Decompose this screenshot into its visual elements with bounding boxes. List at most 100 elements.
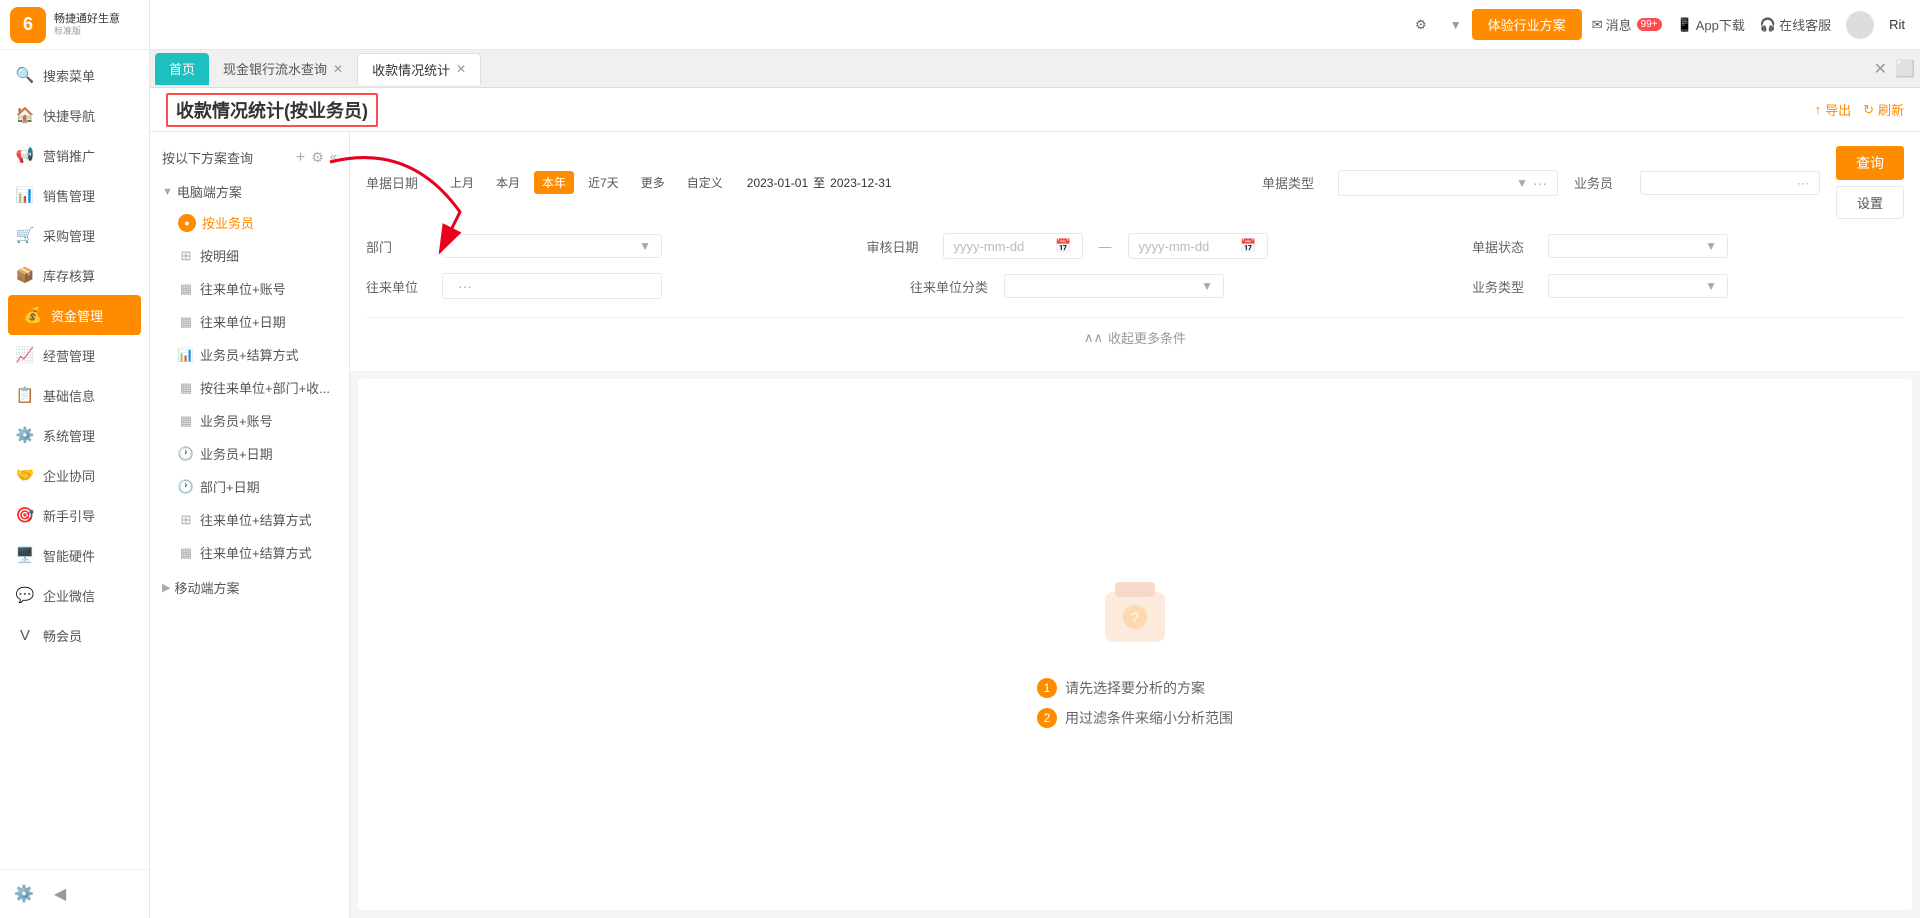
gear-settings-icon[interactable]: ⚙: [1407, 11, 1435, 39]
scheme-item-salesman-date[interactable]: 🕐 业务员+日期: [150, 437, 349, 470]
sidebar-item-marketing[interactable]: 📢 营销推广: [0, 135, 149, 175]
review-date-end-input[interactable]: yyyy-mm-dd 📅: [1128, 233, 1268, 259]
sidebar-item-hardware[interactable]: 🖥️ 智能硬件: [0, 535, 149, 575]
window-close-icon[interactable]: ✕: [1874, 59, 1887, 79]
date-btn-this-month[interactable]: 本月: [488, 171, 528, 194]
online-service-area[interactable]: 🎧 在线客服: [1760, 15, 1831, 34]
business-type-label: 业务类型: [1472, 277, 1532, 296]
counterpart-more-icon[interactable]: ···: [458, 278, 472, 294]
sidebar-item-finance[interactable]: 💰 资金管理: [8, 295, 141, 335]
window-maximize-icon[interactable]: ⬜: [1895, 59, 1915, 79]
salesman-select[interactable]: ···: [1640, 171, 1820, 195]
page-header-actions: ↑ 导出 ↻ 刷新: [1815, 100, 1904, 119]
bill-type-select[interactable]: ▼ ···: [1338, 170, 1558, 196]
chart-icon: 📊: [178, 347, 194, 363]
date-btn-this-year[interactable]: 本年: [534, 171, 574, 194]
sidebar-item-collab[interactable]: 🤝 企业协同: [0, 455, 149, 495]
logo-text: 畅捷通好生意 标准版: [54, 12, 120, 38]
sidebar-item-wechat[interactable]: 💬 企业微信: [0, 575, 149, 615]
inventory-icon: 📦: [15, 265, 35, 285]
counterpart-category-select[interactable]: ▼: [1004, 274, 1224, 298]
scheme-item-by-salesman[interactable]: ● 按业务员: [150, 206, 349, 239]
scheme-settings-btn[interactable]: ⚙: [311, 149, 324, 167]
settings-bottom-icon[interactable]: ⚙️: [10, 880, 38, 908]
scheme-item-detail[interactable]: ⊞ 按明细: [150, 239, 349, 272]
dept-select[interactable]: ▼: [442, 234, 662, 258]
collapse-icon: ∧∧: [1084, 330, 1103, 346]
date-btn-7days[interactable]: 近7天: [580, 171, 627, 194]
export-btn[interactable]: ↑ 导出: [1815, 100, 1852, 119]
hardware-icon: 🖥️: [15, 545, 35, 565]
content-wrapper: 按以下方案查询 + ⚙ « ▼ 电脑端方案 ● 按业务员 ⊞ 按明: [150, 132, 1920, 918]
bill-status-select[interactable]: ▼: [1548, 234, 1728, 258]
app-download-area[interactable]: 📱 App下载: [1677, 15, 1745, 34]
filter-row-2: 部门 ▼ 审核日期 yyyy-mm-dd 📅 — yyyy-mm-dd 📅: [366, 233, 1904, 259]
filter-row-1: 单据日期 上月 本月 本年 近7天 更多 自定义 2023-01-01 至 20…: [366, 146, 1904, 219]
sidebar-item-system[interactable]: ⚙️ 系统管理: [0, 415, 149, 455]
table-icon-2: ▦: [178, 314, 194, 330]
scheme-collapse-btn[interactable]: «: [330, 149, 337, 167]
date-btn-custom[interactable]: 自定义: [679, 171, 731, 194]
trial-btn[interactable]: 体验行业方案: [1472, 9, 1582, 40]
sidebar-item-basicinfo[interactable]: 📋 基础信息: [0, 375, 149, 415]
dept-dropdown-icon: ▼: [639, 239, 651, 253]
tab-receipt-stats[interactable]: 收款情况统计 ✕: [357, 53, 481, 85]
review-date-start-input[interactable]: yyyy-mm-dd 📅: [943, 233, 1083, 259]
scheme-group-collapse-icon: ▼: [162, 186, 173, 198]
tab-close-receipt-stats[interactable]: ✕: [456, 62, 466, 76]
scheme-group-mobile-title[interactable]: ▶ 移动端方案: [150, 573, 349, 602]
filter-settings-btn[interactable]: 设置: [1836, 186, 1904, 219]
scheme-header-actions: + ⚙ «: [296, 149, 337, 167]
scheme-item-partner-account[interactable]: ▦ 往来单位+账号: [150, 272, 349, 305]
filter-area: 单据日期 上月 本月 本年 近7天 更多 自定义 2023-01-01 至 20…: [350, 132, 1920, 371]
sidebar-item-operations[interactable]: 📈 经营管理: [0, 335, 149, 375]
user-avatar[interactable]: [1846, 11, 1874, 39]
right-panel: 单据日期 上月 本月 本年 近7天 更多 自定义 2023-01-01 至 20…: [350, 132, 1920, 918]
export-icon: ↑: [1815, 102, 1822, 117]
counterpart-select[interactable]: ···: [442, 273, 662, 299]
tip-num-2: 2: [1037, 708, 1057, 728]
message-icon: ✉: [1592, 17, 1603, 33]
message-area[interactable]: ✉ 消息 99+: [1592, 15, 1662, 34]
scheme-item-partner-date[interactable]: ▦ 往来单位+日期: [150, 305, 349, 338]
sidebar-item-sales[interactable]: 📊 销售管理: [0, 175, 149, 215]
dropdown-arrow-icon[interactable]: ▼: [1450, 18, 1462, 32]
date-btn-last-month[interactable]: 上月: [442, 171, 482, 194]
query-btn[interactable]: 查询: [1836, 146, 1904, 180]
counterpart-label: 往来单位: [366, 277, 426, 296]
date-btn-more[interactable]: 更多: [633, 171, 673, 194]
sidebar-item-purchase[interactable]: 🛒 采购管理: [0, 215, 149, 255]
scheme-add-btn[interactable]: +: [296, 149, 305, 167]
user-name[interactable]: Rit: [1889, 17, 1905, 32]
sidebar-item-quicknav[interactable]: 🏠 快捷导航: [0, 95, 149, 135]
sidebar-item-inventory[interactable]: 📦 库存核算: [0, 255, 149, 295]
scheme-item-partner-payment-2[interactable]: ▦ 往来单位+结算方式: [150, 536, 349, 569]
tab-bank-flow[interactable]: 现金银行流水查询 ✕: [209, 53, 357, 85]
scheme-item-partner-payment-1[interactable]: ⊞ 往来单位+结算方式: [150, 503, 349, 536]
refresh-btn[interactable]: ↻ 刷新: [1863, 100, 1904, 119]
scheme-item-salesman-account[interactable]: ▦ 业务员+账号: [150, 404, 349, 437]
collapse-sidebar-icon[interactable]: ◀: [46, 880, 74, 908]
calendar-start-icon[interactable]: 📅: [1055, 238, 1071, 254]
calendar-end-icon[interactable]: 📅: [1240, 238, 1256, 254]
scheme-item-partner-dept[interactable]: ▦ 按往来单位+部门+收...: [150, 371, 349, 404]
sidebar-item-search[interactable]: 🔍 搜索菜单: [0, 55, 149, 95]
collapse-conditions-btn[interactable]: ∧∧ 收起更多条件: [366, 317, 1904, 357]
tab-home[interactable]: 首页: [155, 53, 209, 85]
business-type-select[interactable]: ▼: [1548, 274, 1728, 298]
bill-type-more-icon[interactable]: ···: [1533, 175, 1547, 191]
sidebar-item-guide[interactable]: 🎯 新手引导: [0, 495, 149, 535]
scheme-group-desktop-title[interactable]: ▼ 电脑端方案: [150, 177, 349, 206]
query-btn-group: 查询 设置: [1836, 146, 1904, 219]
tab-close-bank-flow[interactable]: ✕: [333, 62, 343, 76]
sidebar-item-member[interactable]: V 畅会员: [0, 615, 149, 655]
marketing-icon: 📢: [15, 145, 35, 165]
main-area: ⚙ ▼ 体验行业方案 ✉ 消息 99+ 📱 App下载 🎧 在线客服 Rit 首…: [150, 0, 1920, 918]
operations-icon: 📈: [15, 345, 35, 365]
scheme-item-salesman-payment[interactable]: 📊 业务员+结算方式: [150, 338, 349, 371]
scheme-item-dept-date[interactable]: 🕐 部门+日期: [150, 470, 349, 503]
grid-icon-2: ⊞: [178, 512, 194, 528]
logo-area: 6 畅捷通好生意 标准版: [0, 0, 149, 50]
scheme-panel: 按以下方案查询 + ⚙ « ▼ 电脑端方案 ● 按业务员 ⊞ 按明: [150, 132, 350, 918]
filter-row-3: 往来单位 ··· 往来单位分类 ▼ 业务类型 ▼: [366, 273, 1904, 299]
